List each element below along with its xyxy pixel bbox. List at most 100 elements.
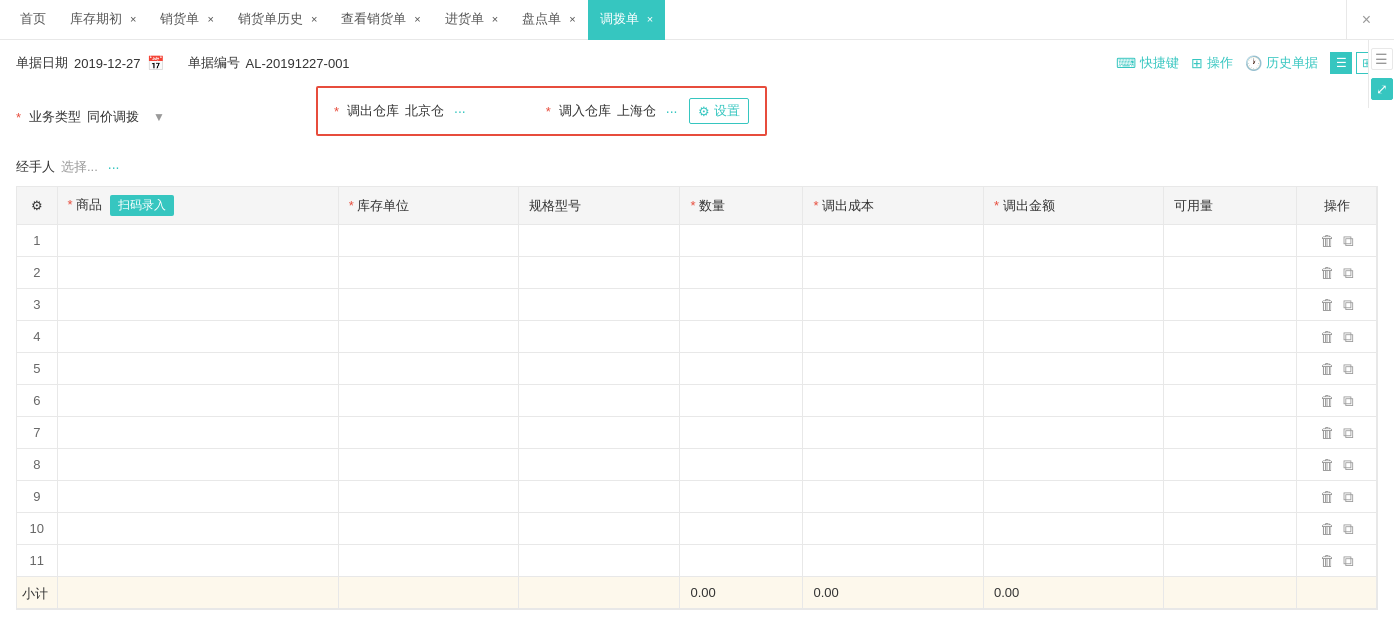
cell-available[interactable] <box>1164 449 1297 481</box>
tab-close-purchase-order[interactable]: × <box>492 13 498 25</box>
tab-close-stocktake[interactable]: × <box>569 13 575 25</box>
cell-product[interactable] <box>57 513 338 545</box>
handler-more-button[interactable]: ··· <box>108 159 120 175</box>
cell-unit[interactable] <box>338 417 518 449</box>
tab-stocktake[interactable]: 盘点单 × <box>510 0 587 40</box>
cell-available[interactable] <box>1164 385 1297 417</box>
tab-close-sales-history[interactable]: × <box>311 13 317 25</box>
list-view-button[interactable]: ☰ <box>1330 52 1352 74</box>
cell-spec[interactable] <box>519 481 680 513</box>
cell-spec[interactable] <box>519 225 680 257</box>
cell-amount[interactable] <box>983 225 1163 257</box>
delete-row-button[interactable]: 🗑 <box>1320 264 1335 281</box>
cell-amount[interactable] <box>983 289 1163 321</box>
cell-available[interactable] <box>1164 321 1297 353</box>
delete-row-button[interactable]: 🗑 <box>1320 520 1335 537</box>
sidebar-list-icon[interactable]: ☰ <box>1371 48 1393 70</box>
cell-available[interactable] <box>1164 257 1297 289</box>
cell-cost[interactable] <box>803 449 983 481</box>
cell-cost[interactable] <box>803 481 983 513</box>
cell-amount[interactable] <box>983 385 1163 417</box>
copy-row-button[interactable]: ⧉ <box>1343 296 1354 314</box>
cell-available[interactable] <box>1164 225 1297 257</box>
cell-spec[interactable] <box>519 449 680 481</box>
cell-qty[interactable] <box>680 353 803 385</box>
tab-purchase-order[interactable]: 进货单 × <box>433 0 510 40</box>
cell-cost[interactable] <box>803 257 983 289</box>
th-gear[interactable]: ⚙ <box>17 187 57 225</box>
copy-row-button[interactable]: ⧉ <box>1343 488 1354 506</box>
cell-product[interactable] <box>57 225 338 257</box>
cell-product[interactable] <box>57 545 338 577</box>
warehouse-in-more-button[interactable]: ··· <box>666 103 678 119</box>
business-type-dropdown-icon[interactable]: ▼ <box>153 110 165 124</box>
copy-row-button[interactable]: ⧉ <box>1343 552 1354 570</box>
cell-amount[interactable] <box>983 513 1163 545</box>
cell-product[interactable] <box>57 417 338 449</box>
cell-unit[interactable] <box>338 289 518 321</box>
cell-unit[interactable] <box>338 545 518 577</box>
cell-available[interactable] <box>1164 417 1297 449</box>
cell-product[interactable] <box>57 289 338 321</box>
tab-inventory-init[interactable]: 库存期初 × <box>58 0 148 40</box>
window-close-button[interactable]: × <box>1346 0 1386 40</box>
cell-product[interactable] <box>57 257 338 289</box>
cell-cost[interactable] <box>803 385 983 417</box>
cell-unit[interactable] <box>338 385 518 417</box>
cell-cost[interactable] <box>803 289 983 321</box>
handler-value[interactable]: 选择... <box>61 158 98 176</box>
business-type-value[interactable]: 同价调拨 <box>87 108 139 126</box>
cell-available[interactable] <box>1164 289 1297 321</box>
warehouse-in-value[interactable]: 上海仓 <box>617 102 656 120</box>
copy-row-button[interactable]: ⧉ <box>1343 264 1354 282</box>
cell-product[interactable] <box>57 385 338 417</box>
settings-button[interactable]: ⚙ 设置 <box>689 98 749 124</box>
tab-close-inventory-init[interactable]: × <box>130 13 136 25</box>
cell-product[interactable] <box>57 353 338 385</box>
cell-qty[interactable] <box>680 225 803 257</box>
cell-qty[interactable] <box>680 321 803 353</box>
copy-row-button[interactable]: ⧉ <box>1343 392 1354 410</box>
history-button[interactable]: 🕐 历史单据 <box>1245 54 1318 72</box>
tab-sales-history[interactable]: 销货单历史 × <box>226 0 329 40</box>
delete-row-button[interactable]: 🗑 <box>1320 488 1335 505</box>
tab-view-sales-order[interactable]: 查看销货单 × <box>329 0 432 40</box>
tab-close-sales-order[interactable]: × <box>207 13 213 25</box>
cell-spec[interactable] <box>519 353 680 385</box>
tab-close-view-sales-order[interactable]: × <box>414 13 420 25</box>
copy-row-button[interactable]: ⧉ <box>1343 456 1354 474</box>
cell-amount[interactable] <box>983 417 1163 449</box>
cell-unit[interactable] <box>338 321 518 353</box>
tab-sales-order[interactable]: 销货单 × <box>148 0 225 40</box>
warehouse-out-value[interactable]: 北京仓 <box>405 102 444 120</box>
cell-unit[interactable] <box>338 225 518 257</box>
copy-row-button[interactable]: ⧉ <box>1343 232 1354 250</box>
cell-available[interactable] <box>1164 481 1297 513</box>
warehouse-out-more-button[interactable]: ··· <box>454 103 466 119</box>
cell-spec[interactable] <box>519 417 680 449</box>
delete-row-button[interactable]: 🗑 <box>1320 392 1335 409</box>
cell-unit[interactable] <box>338 353 518 385</box>
delete-row-button[interactable]: 🗑 <box>1320 360 1335 377</box>
cell-cost[interactable] <box>803 321 983 353</box>
cell-cost[interactable] <box>803 225 983 257</box>
delete-row-button[interactable]: 🗑 <box>1320 328 1335 345</box>
cell-available[interactable] <box>1164 353 1297 385</box>
cell-qty[interactable] <box>680 289 803 321</box>
cell-qty[interactable] <box>680 449 803 481</box>
cell-product[interactable] <box>57 321 338 353</box>
cell-spec[interactable] <box>519 289 680 321</box>
cell-spec[interactable] <box>519 513 680 545</box>
cell-product[interactable] <box>57 449 338 481</box>
operations-button[interactable]: ⊞ 操作 <box>1191 54 1233 72</box>
cell-amount[interactable] <box>983 545 1163 577</box>
copy-row-button[interactable]: ⧉ <box>1343 360 1354 378</box>
cell-spec[interactable] <box>519 257 680 289</box>
cell-amount[interactable] <box>983 481 1163 513</box>
cell-cost[interactable] <box>803 417 983 449</box>
cell-cost[interactable] <box>803 545 983 577</box>
cell-amount[interactable] <box>983 353 1163 385</box>
cell-qty[interactable] <box>680 513 803 545</box>
shortcut-button[interactable]: ⌨ 快捷键 <box>1116 54 1179 72</box>
tab-close-transfer[interactable]: × <box>647 13 653 25</box>
